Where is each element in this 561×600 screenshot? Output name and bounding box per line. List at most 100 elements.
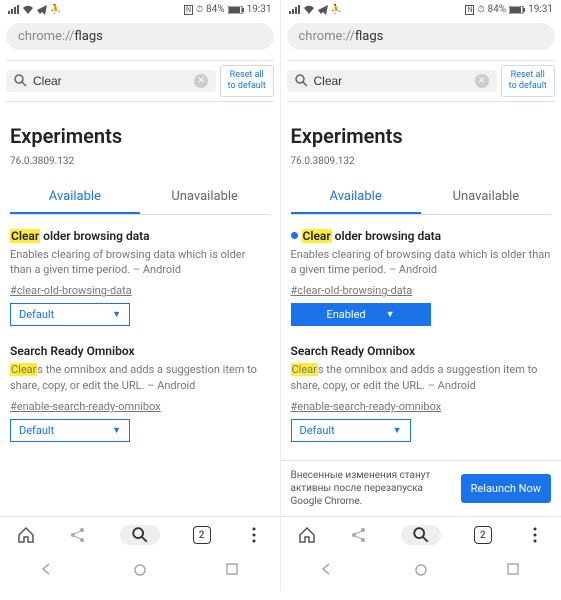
menu-icon[interactable] [525, 525, 545, 545]
share-icon[interactable] [349, 525, 369, 545]
flag-title: Clear older browsing data [10, 229, 270, 243]
recent-icon[interactable] [226, 563, 240, 577]
url-path: flags [355, 29, 383, 44]
alarm-icon: ⏱ [477, 5, 484, 15]
clear-search-icon[interactable]: ✕ [475, 74, 489, 88]
highlight: Clear [291, 363, 318, 376]
flag-desc: Clears the omnibox and adds a suggestion… [10, 362, 270, 393]
relaunch-button[interactable]: Relaunch Now [461, 474, 551, 503]
share-icon[interactable] [68, 525, 88, 545]
reset-button[interactable]: Reset all to default [220, 65, 274, 97]
chevron-down-icon: ▼ [386, 309, 395, 320]
flag-title: Search Ready Omnibox [10, 344, 270, 358]
enabled-dot-icon [291, 232, 298, 239]
flag-dropdown[interactable]: Default ▼ [291, 419, 411, 442]
nfc-icon: N [184, 5, 193, 15]
recent-icon[interactable] [507, 563, 521, 577]
alarm-icon: ⏱ [196, 5, 203, 15]
address-bar[interactable]: chrome://flags [6, 23, 274, 50]
battery-pct: 84% [488, 4, 507, 15]
flag-clear-old-data: Clear older browsing data Enables cleari… [10, 229, 270, 327]
search-input[interactable] [314, 74, 469, 88]
flag-link[interactable]: #enable-search-ready-omnibox [10, 400, 161, 413]
search-box[interactable]: ✕ [287, 70, 497, 92]
signal-icon [289, 5, 300, 14]
search-nav-icon[interactable] [401, 525, 441, 545]
tab-available[interactable]: Available [291, 181, 421, 214]
flag-search-ready-omnibox: Search Ready Omnibox Clears the omnibox … [10, 344, 270, 442]
flag-link[interactable]: #clear-old-browsing-data [291, 284, 413, 297]
nfc-icon: N [465, 5, 474, 15]
flag-dropdown[interactable]: Default ▼ [10, 419, 130, 442]
screenshot-left: ⛹ N ⏱ 84% 19:31 chrome://flags ✕ [0, 0, 281, 591]
wifi-icon [22, 5, 34, 15]
telegram-icon [37, 5, 47, 15]
url-scheme: chrome:// [299, 29, 355, 44]
chevron-down-icon: ▼ [112, 309, 121, 320]
search-nav-icon[interactable] [120, 525, 160, 545]
url-path: flags [74, 29, 102, 44]
tab-available[interactable]: Available [10, 181, 140, 214]
version-text: 76.0.3809.132 [10, 156, 270, 167]
chevron-down-icon: ▼ [393, 425, 402, 436]
flag-search-ready-omnibox: Search Ready Omnibox Clears the omnibox … [291, 344, 552, 442]
page-title: Experiments [291, 124, 552, 148]
browser-nav: 2 [281, 516, 561, 553]
home-icon[interactable] [16, 525, 36, 545]
highlight: Clear [302, 229, 332, 243]
flag-desc: Enables clearing of browsing data which … [10, 247, 270, 278]
flag-desc: Clears the omnibox and adds a suggestion… [291, 362, 552, 393]
status-bar: ⛹ N ⏱ 84% 19:31 [281, 0, 561, 19]
chevron-down-icon: ▼ [112, 425, 121, 436]
highlight: Clear [10, 229, 40, 243]
search-box[interactable]: ✕ [6, 70, 216, 92]
home-sys-icon[interactable] [414, 563, 428, 577]
battery-pct: 84% [206, 4, 225, 15]
back-icon[interactable] [40, 563, 54, 577]
home-sys-icon[interactable] [133, 563, 147, 577]
system-nav [0, 553, 280, 591]
search-icon [295, 74, 308, 87]
flag-link[interactable]: #enable-search-ready-omnibox [291, 400, 442, 413]
relaunch-bar: Внесенные изменения станут активны после… [281, 460, 561, 516]
person-icon: ⛹ [331, 5, 342, 15]
back-icon[interactable] [320, 563, 334, 577]
clear-search-icon[interactable]: ✕ [194, 74, 208, 88]
search-row: ✕ Reset all to default [287, 60, 556, 102]
relaunch-message: Внесенные изменения станут активны после… [291, 469, 453, 508]
tab-unavailable[interactable]: Unavailable [140, 181, 270, 214]
telegram-icon [318, 5, 328, 15]
address-bar[interactable]: chrome://flags [287, 23, 556, 50]
flag-dropdown[interactable]: Enabled ▼ [291, 303, 431, 326]
url-scheme: chrome:// [18, 29, 74, 44]
clock-time: 19:31 [528, 4, 553, 15]
flag-link[interactable]: #clear-old-browsing-data [10, 284, 132, 297]
flag-dropdown[interactable]: Default ▼ [10, 303, 130, 326]
flag-desc: Enables clearing of browsing data which … [291, 247, 552, 278]
clock-time: 19:31 [247, 4, 272, 15]
wifi-icon [303, 5, 315, 15]
version-text: 76.0.3809.132 [291, 156, 552, 167]
system-nav [281, 553, 561, 591]
reset-button[interactable]: Reset all to default [501, 65, 556, 97]
status-bar: ⛹ N ⏱ 84% 19:31 [0, 0, 280, 19]
person-icon: ⛹ [50, 5, 61, 15]
battery-icon [509, 6, 525, 14]
menu-icon[interactable] [244, 525, 264, 545]
browser-nav: 2 [0, 516, 280, 553]
search-row: ✕ Reset all to default [6, 60, 274, 102]
flag-clear-old-data: Clear older browsing data Enables cleari… [291, 229, 552, 327]
tabs: Available Unavailable [291, 181, 552, 215]
page-title: Experiments [10, 124, 270, 148]
signal-icon [8, 5, 19, 14]
screenshot-right: ⛹ N ⏱ 84% 19:31 chrome://flags ✕ Reset a… [281, 0, 561, 591]
home-icon[interactable] [297, 525, 317, 545]
battery-icon [228, 6, 244, 14]
tabs: Available Unavailable [10, 181, 270, 215]
highlight: Clear [10, 363, 37, 376]
tabs-icon[interactable]: 2 [473, 525, 493, 545]
tab-unavailable[interactable]: Unavailable [421, 181, 551, 214]
flag-title: Clear older browsing data [291, 229, 552, 243]
search-input[interactable] [33, 74, 188, 88]
tabs-icon[interactable]: 2 [192, 525, 212, 545]
